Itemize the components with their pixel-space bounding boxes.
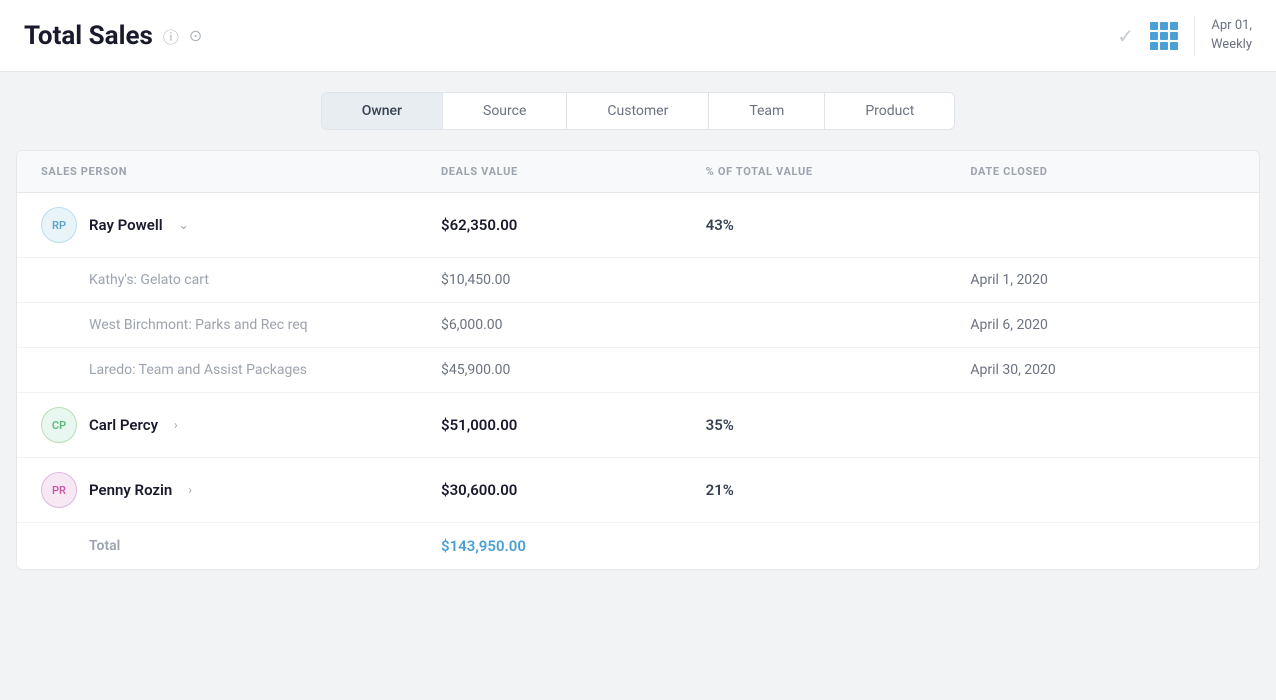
tabs-area: Owner Source Customer Team Product <box>0 72 1276 150</box>
date-value: April 6, 2020 <box>970 317 1235 333</box>
grid-view-icon[interactable] <box>1150 22 1178 50</box>
col-pct-total: % OF TOTAL VALUE <box>706 165 971 178</box>
deals-value: $6,000.00 <box>441 317 706 333</box>
sub-deal-name: West Birchmont: Parks and Rec req <box>41 317 441 333</box>
table-row: PR Penny Rozin › $30,600.00 21% <box>17 458 1259 523</box>
person-cell: PR Penny Rozin › <box>41 472 441 508</box>
deals-value: $30,600.00 <box>441 481 706 499</box>
person-name: Ray Powell <box>89 216 163 234</box>
col-deals-value: DEALS VALUE <box>441 165 706 178</box>
check-icon[interactable]: ✓ <box>1117 24 1134 48</box>
table-row: RP Ray Powell ⌄ $62,350.00 43% <box>17 193 1259 258</box>
table-row: CP Carl Percy › $51,000.00 35% <box>17 393 1259 458</box>
avatar: PR <box>41 472 77 508</box>
col-sales-person: SALES PERSON <box>41 165 441 178</box>
avatar: RP <box>41 207 77 243</box>
sub-deal-name: Kathy's: Gelato cart <box>41 272 441 288</box>
table-row: West Birchmont: Parks and Rec req $6,000… <box>17 303 1259 348</box>
tab-owner[interactable]: Owner <box>322 93 443 129</box>
pct-value: 21% <box>706 481 971 499</box>
collapse-icon[interactable]: ⌄ <box>179 218 189 232</box>
expand-icon[interactable]: › <box>174 418 178 432</box>
header-left: Total Sales ⓘ ⊙ <box>24 21 202 51</box>
date-range-label: Apr 01, Weekly <box>1211 17 1252 53</box>
deals-value: $10,450.00 <box>441 272 706 288</box>
expand-icon[interactable]: › <box>188 483 192 497</box>
header: Total Sales ⓘ ⊙ ✓ Apr 01, Weekly <box>0 0 1276 72</box>
date-value: April 30, 2020 <box>970 362 1235 378</box>
table-row: Laredo: Team and Assist Packages $45,900… <box>17 348 1259 393</box>
person-cell: RP Ray Powell ⌄ <box>41 207 441 243</box>
table-header: SALES PERSON DEALS VALUE % OF TOTAL VALU… <box>17 151 1259 193</box>
tabs-container: Owner Source Customer Team Product <box>321 92 956 130</box>
sub-deal-name: Laredo: Team and Assist Packages <box>41 362 441 378</box>
tab-product[interactable]: Product <box>825 93 954 129</box>
table-wrapper: SALES PERSON DEALS VALUE % OF TOTAL VALU… <box>16 150 1260 570</box>
header-divider <box>1194 16 1195 56</box>
person-name: Carl Percy <box>89 416 158 434</box>
header-right: ✓ Apr 01, Weekly <box>1117 16 1252 56</box>
page-title: Total Sales <box>24 21 153 51</box>
deals-value: $51,000.00 <box>441 416 706 434</box>
person-cell: CP Carl Percy › <box>41 407 441 443</box>
col-date-closed: DATE CLOSED <box>970 165 1235 178</box>
total-label: Total <box>41 538 441 554</box>
pct-value: 35% <box>706 416 971 434</box>
total-deals-value: $143,950.00 <box>441 537 706 555</box>
table-row: Kathy's: Gelato cart $10,450.00 April 1,… <box>17 258 1259 303</box>
help-icon[interactable]: ⊙ <box>189 26 202 45</box>
table-row: Total $143,950.00 <box>17 523 1259 569</box>
avatar: CP <box>41 407 77 443</box>
tab-team[interactable]: Team <box>709 93 825 129</box>
tab-source[interactable]: Source <box>443 93 567 129</box>
person-name: Penny Rozin <box>89 481 172 499</box>
deals-value: $45,900.00 <box>441 362 706 378</box>
tab-customer[interactable]: Customer <box>567 93 709 129</box>
table-area: SALES PERSON DEALS VALUE % OF TOTAL VALU… <box>0 150 1276 594</box>
date-value: April 1, 2020 <box>970 272 1235 288</box>
pct-value: 43% <box>706 216 971 234</box>
deals-value: $62,350.00 <box>441 216 706 234</box>
info-icon[interactable]: ⓘ <box>163 24 179 48</box>
